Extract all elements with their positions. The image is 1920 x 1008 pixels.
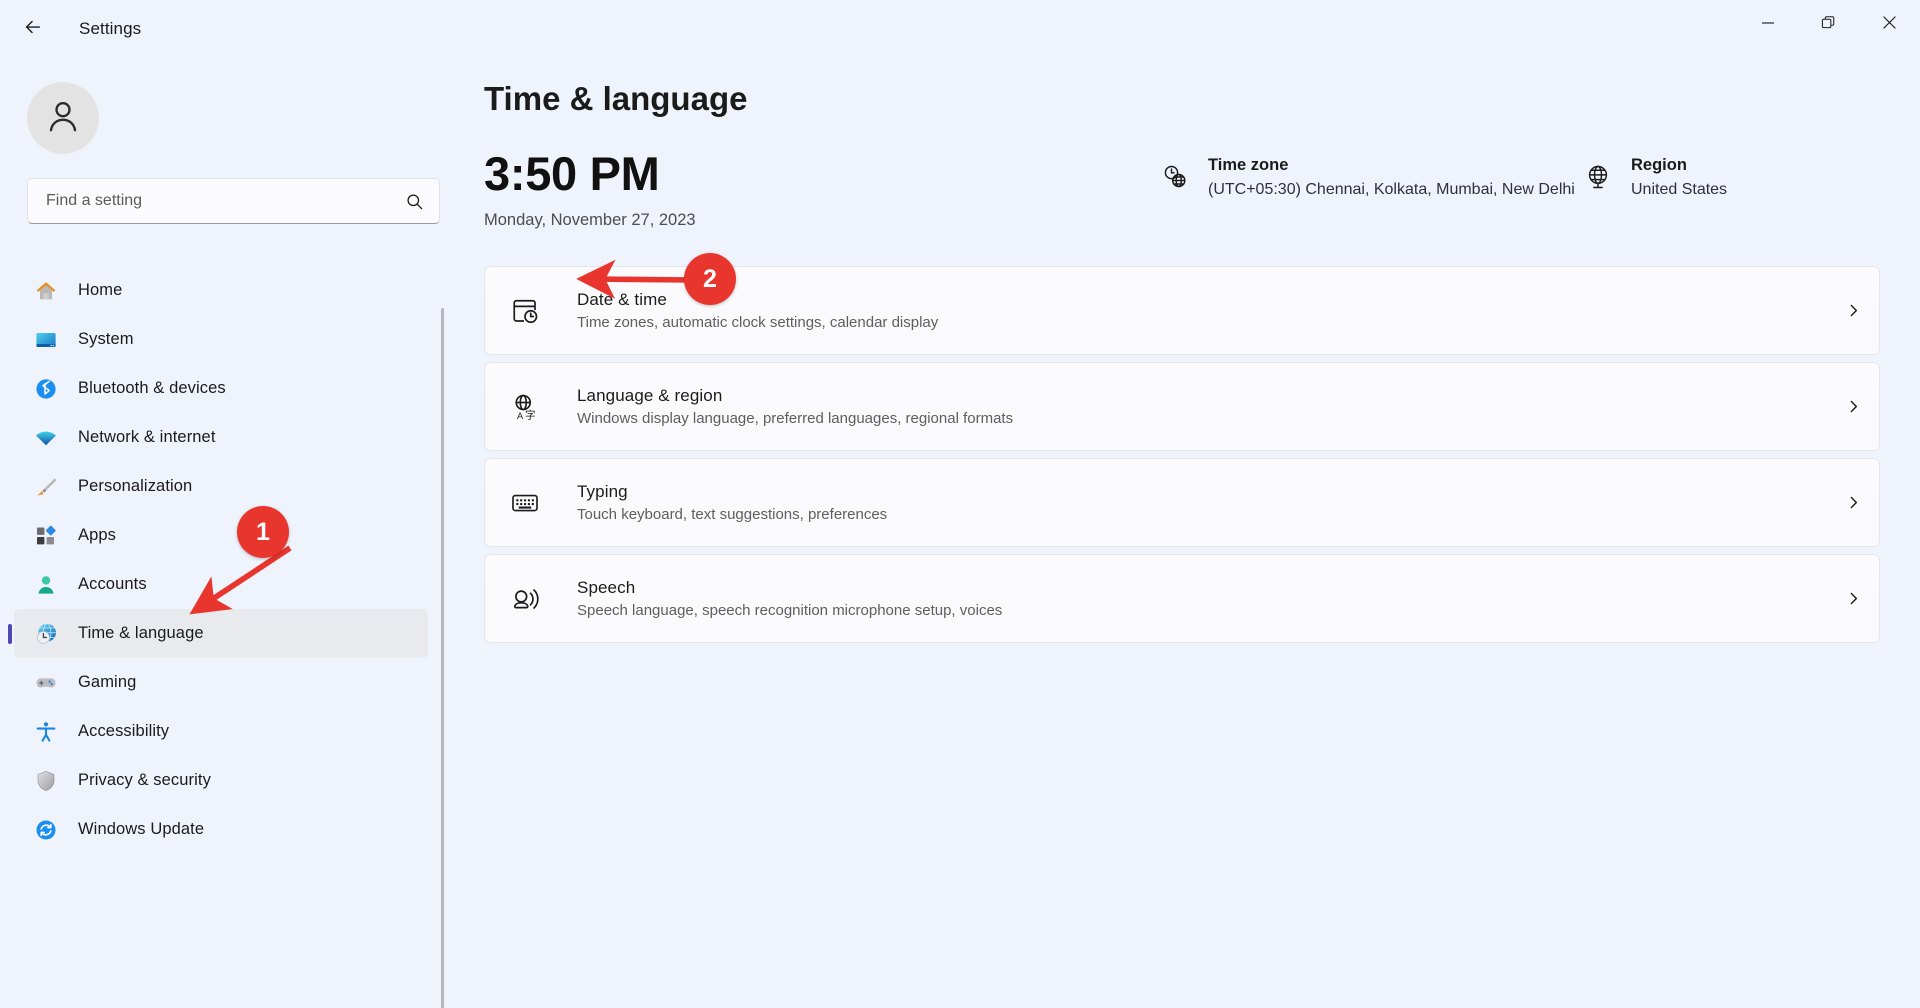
sidebar-item-label: Time & language <box>78 624 204 642</box>
card-title: Speech <box>577 578 636 597</box>
account-person-icon <box>33 572 59 598</box>
sidebar-nav: Home System Bluetooth & devices Network … <box>0 266 446 1008</box>
wifi-icon <box>33 425 59 451</box>
restore-icon <box>1821 15 1836 35</box>
sidebar-item-system[interactable]: System <box>14 315 428 364</box>
minimize-icon <box>1761 16 1775 35</box>
sidebar-item-personalization[interactable]: Personalization <box>14 462 428 511</box>
region-summary: Region United States <box>1583 156 1727 199</box>
update-refresh-icon <box>33 817 59 843</box>
window-controls <box>1737 0 1920 50</box>
sidebar-item-privacy-security[interactable]: Privacy & security <box>14 756 428 805</box>
sidebar-item-label: Accessibility <box>78 722 170 740</box>
sidebar-item-label: Apps <box>78 526 117 544</box>
card-title: Date & time <box>577 290 667 309</box>
card-subtitle: Speech language, speech recognition micr… <box>577 602 1003 619</box>
back-button[interactable] <box>11 10 55 48</box>
app-title: Settings <box>79 19 142 38</box>
search-input[interactable] <box>46 192 403 210</box>
sidebar-item-apps[interactable]: Apps <box>14 511 428 560</box>
sidebar-item-label: Privacy & security <box>78 771 211 789</box>
card-language-region[interactable]: A 字 Language & region Windows display la… <box>484 362 1880 451</box>
minimize-button[interactable] <box>1737 0 1798 50</box>
sidebar-item-accessibility[interactable]: Accessibility <box>14 707 428 756</box>
back-arrow-icon <box>22 16 44 43</box>
settings-window: Settings Find a setting Home System Blue… <box>0 0 1920 1008</box>
sidebar-item-label: System <box>78 330 134 348</box>
settings-card-list: Date & time Time zones, automatic clock … <box>484 266 1920 643</box>
sidebar-item-home[interactable]: Home <box>14 266 428 315</box>
region-value: United States <box>1631 181 1728 198</box>
shield-icon <box>33 768 59 794</box>
home-icon <box>33 278 59 304</box>
close-icon <box>1882 15 1897 35</box>
sidebar-item-label: Bluetooth & devices <box>78 379 226 397</box>
card-title: Typing <box>577 482 628 501</box>
sidebar-item-label: Home <box>78 281 123 299</box>
region-label: Region <box>1631 156 1687 174</box>
person-avatar-icon <box>43 96 83 141</box>
sidebar-item-network-internet[interactable]: Network & internet <box>14 413 428 462</box>
main-content: Time & language 3:50 PM Monday, November… <box>484 58 1920 1008</box>
system-monitor-icon <box>33 327 59 353</box>
card-subtitle: Windows display language, preferred lang… <box>577 410 1014 427</box>
sidebar-item-label: Accounts <box>78 575 147 593</box>
card-text: Speech Speech language, speech recogniti… <box>577 578 1827 619</box>
speech-icon <box>506 580 544 618</box>
card-text: Typing Touch keyboard, text suggestions,… <box>577 482 1827 523</box>
close-button[interactable] <box>1859 0 1920 50</box>
sidebar-item-time-language[interactable]: Time & language <box>8 609 428 658</box>
accessibility-person-icon <box>33 719 59 745</box>
card-text: Language & region Windows display langua… <box>577 386 1827 427</box>
globe-icon <box>1583 162 1613 192</box>
globe-clock-icon <box>33 621 59 647</box>
card-subtitle: Touch keyboard, text suggestions, prefer… <box>577 506 888 523</box>
chevron-right-icon[interactable] <box>1827 302 1879 319</box>
clock-globe-icon <box>1160 162 1190 192</box>
sidebar-item-accounts[interactable]: Accounts <box>14 560 428 609</box>
sidebar-scrollbar[interactable] <box>441 308 444 1008</box>
sidebar-item-label: Network & internet <box>78 428 216 446</box>
timezone-label: Time zone <box>1208 156 1289 174</box>
card-speech[interactable]: Speech Speech language, speech recogniti… <box>484 554 1880 643</box>
current-date: Monday, November 27, 2023 <box>484 211 696 229</box>
calendar-clock-icon <box>506 292 544 330</box>
card-title: Language & region <box>577 386 723 405</box>
sidebar-item-gaming[interactable]: Gaming <box>14 658 428 707</box>
sidebar: Home System <box>0 58 446 1008</box>
sidebar-item-windows-update[interactable]: Windows Update <box>14 805 428 854</box>
avatar[interactable] <box>27 82 99 154</box>
sidebar-item-label: Gaming <box>78 673 137 691</box>
svg-text:字: 字 <box>525 408 536 421</box>
card-subtitle: Time zones, automatic clock settings, ca… <box>577 314 939 331</box>
paintbrush-icon <box>33 474 59 500</box>
keyboard-icon <box>506 484 544 522</box>
search-icon <box>403 192 425 211</box>
selection-accent-bar <box>8 623 12 644</box>
chevron-right-icon[interactable] <box>1827 494 1879 511</box>
gamepad-icon <box>33 670 59 696</box>
apps-blocks-icon <box>33 523 59 549</box>
sidebar-item-bluetooth-devices[interactable]: Bluetooth & devices <box>14 364 428 413</box>
maximize-button[interactable] <box>1798 0 1859 50</box>
card-date-time[interactable]: Date & time Time zones, automatic clock … <box>484 266 1880 355</box>
page-title: Time & language <box>484 80 748 117</box>
chevron-right-icon[interactable] <box>1827 590 1879 607</box>
sidebar-item-label: Windows Update <box>78 820 205 838</box>
chevron-right-icon[interactable] <box>1827 398 1879 415</box>
language-globe-icon: A 字 <box>506 388 544 426</box>
timezone-value: (UTC+05:30) Chennai, Kolkata, Mumbai, Ne… <box>1208 181 1575 198</box>
timezone-summary: Time zone (UTC+05:30) Chennai, Kolkata, … <box>1160 156 1575 199</box>
card-typing[interactable]: Typing Touch keyboard, text suggestions,… <box>484 458 1880 547</box>
time-summary-row: 3:50 PM Monday, November 27, 2023 Time z… <box>484 150 1920 246</box>
search-box[interactable] <box>27 178 440 224</box>
bluetooth-icon <box>33 376 59 402</box>
sidebar-item-label: Personalization <box>78 477 193 495</box>
title-bar: Settings <box>0 0 1920 58</box>
svg-text:A: A <box>517 410 524 420</box>
card-text: Date & time Time zones, automatic clock … <box>577 290 1827 331</box>
